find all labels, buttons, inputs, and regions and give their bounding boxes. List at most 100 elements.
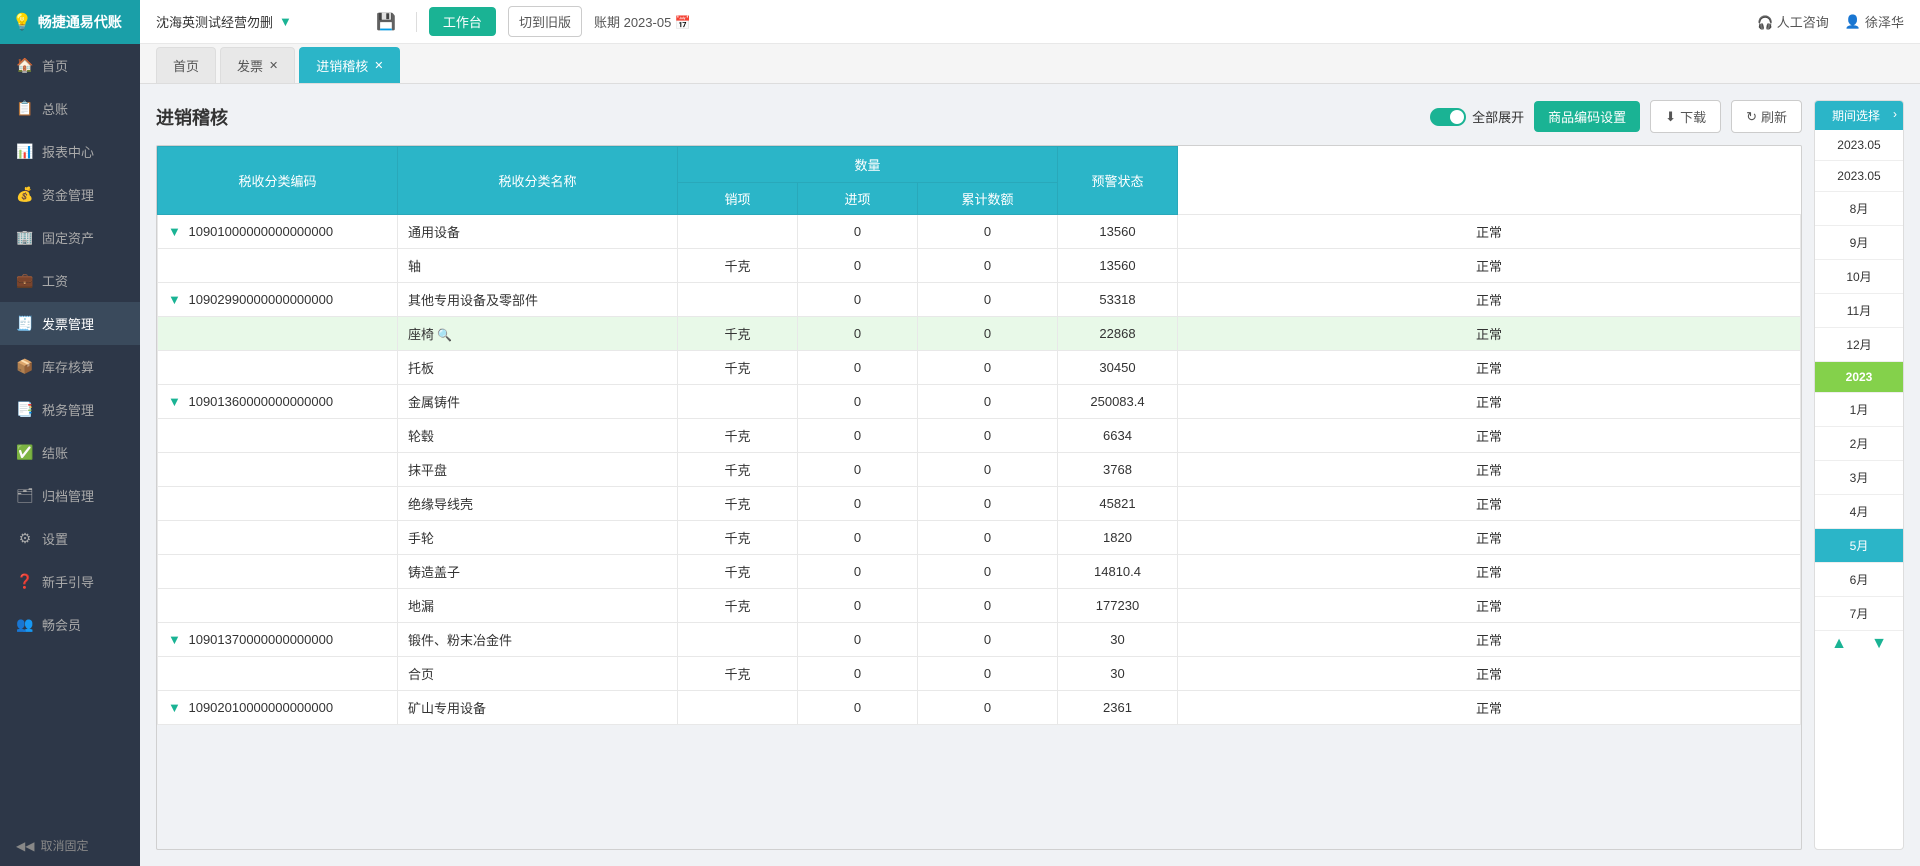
right-panel-item[interactable]: 9月 xyxy=(1815,226,1903,260)
right-panel-item[interactable]: 2023 xyxy=(1815,362,1903,393)
right-panel-item[interactable]: 2023.05 xyxy=(1815,130,1903,161)
sidebar-item-label: 结账 xyxy=(42,443,68,462)
right-panel-item[interactable]: 4月 xyxy=(1815,495,1903,529)
search-icon[interactable]: 🔍 xyxy=(434,328,452,342)
right-panel-item[interactable]: 7月 xyxy=(1815,597,1903,631)
tab-home[interactable]: 首页 xyxy=(156,47,216,83)
panel-collapse-icon[interactable]: › xyxy=(1893,107,1897,121)
sidebar-item-label: 库存核算 xyxy=(42,357,94,376)
capital-icon: 💰 xyxy=(16,186,34,203)
checkout-icon: ✅ xyxy=(16,444,34,461)
sidebar-item-label: 固定资产 xyxy=(42,228,94,247)
sidebar-item-label: 报表中心 xyxy=(42,142,94,161)
table-row: 托板千克0030450正常 xyxy=(158,351,1801,385)
divider xyxy=(416,12,417,32)
refresh-icon: ↻ xyxy=(1746,109,1757,125)
sidebar-item-label: 工资 xyxy=(42,271,68,290)
right-panel-header: 期间选择 › xyxy=(1815,101,1903,130)
company-selector[interactable]: 沈海英测试经营勿删 ▼ xyxy=(156,12,356,31)
tab-reconcile-label: 进销稽核 xyxy=(316,56,368,75)
table-row: 地漏千克00177230正常 xyxy=(158,589,1801,623)
company-name: 沈海英测试经营勿删 xyxy=(156,12,273,31)
sidebar-item-member[interactable]: 👥 畅会员 xyxy=(0,603,140,646)
right-panel-item[interactable]: 10月 xyxy=(1815,260,1903,294)
right-panel-item[interactable]: 11月 xyxy=(1815,294,1903,328)
table-row: 手轮千克001820正常 xyxy=(158,521,1801,555)
sidebar-item-label: 新手引导 xyxy=(42,572,94,591)
right-panel-item[interactable]: 1月 xyxy=(1815,393,1903,427)
col-status: 预警状态 xyxy=(1058,147,1178,215)
support-btn[interactable]: 🎧 人工咨询 xyxy=(1757,12,1829,31)
col-total: 累计数额 xyxy=(918,183,1058,215)
sidebar-item-inventory[interactable]: 📦 库存核算 xyxy=(0,345,140,388)
sidebar-item-tax[interactable]: 📑 税务管理 xyxy=(0,388,140,431)
right-panel-item[interactable]: 5月 xyxy=(1815,529,1903,563)
table-row: ▼ 10901000000000000000通用设备0013560正常 xyxy=(158,215,1801,249)
tab-reconcile-close[interactable]: ✕ xyxy=(374,59,383,72)
expand-icon[interactable]: ▼ xyxy=(168,292,184,307)
assets-icon: 🏢 xyxy=(16,229,34,246)
download-button[interactable]: ⬇ 下载 xyxy=(1650,100,1721,133)
sidebar-item-checkout[interactable]: ✅ 结账 xyxy=(0,431,140,474)
inventory-icon: 📦 xyxy=(16,358,34,375)
sidebar-item-archive[interactable]: 🗂 归档管理 xyxy=(0,474,140,517)
toggle-label: 全部展开 xyxy=(1472,107,1524,126)
right-panel-item[interactable]: 2023.05 xyxy=(1815,161,1903,192)
download-icon: ⬇ xyxy=(1665,109,1676,125)
right-panel-item[interactable]: 12月 xyxy=(1815,328,1903,362)
product-code-button[interactable]: 商品编码设置 xyxy=(1534,101,1640,132)
sidebar-item-ledger[interactable]: 📋 总账 xyxy=(0,87,140,130)
scroll-up-icon[interactable]: ▲ xyxy=(1831,635,1847,653)
settings-icon: ⚙ xyxy=(16,530,34,547)
scroll-down-icon[interactable]: ▼ xyxy=(1871,635,1887,653)
expand-icon[interactable]: ▼ xyxy=(168,394,184,409)
tab-reconcile[interactable]: 进销稽核 ✕ xyxy=(299,47,400,83)
refresh-button[interactable]: ↻ 刷新 xyxy=(1731,100,1802,133)
switch-old-button[interactable]: 切到旧版 xyxy=(508,6,582,37)
expand-icon[interactable]: ▼ xyxy=(168,632,184,647)
tab-invoice-close[interactable]: ✕ xyxy=(269,59,278,72)
save-button[interactable]: 💾 xyxy=(368,8,404,36)
expand-icon[interactable]: ▼ xyxy=(168,224,184,239)
sidebar-item-guide[interactable]: ❓ 新手引导 xyxy=(0,560,140,603)
member-icon: 👥 xyxy=(16,616,34,633)
workbench-button[interactable]: 工作台 xyxy=(429,7,496,36)
sidebar: 💡 畅捷通易代账 🏠 首页 📋 总账 📊 报表中心 💰 资金管理 🏢 固定资产 … xyxy=(0,0,140,866)
expand-toggle-wrap: 全部展开 xyxy=(1430,107,1524,126)
sidebar-item-settings[interactable]: ⚙ 设置 xyxy=(0,517,140,560)
sidebar-item-assets[interactable]: 🏢 固定资产 xyxy=(0,216,140,259)
tabs-bar: 首页 发票 ✕ 进销稽核 ✕ xyxy=(140,44,1920,84)
logo-icon: 💡 xyxy=(12,12,32,32)
main-panel: 进销稽核 全部展开 商品编码设置 ⬇ 下载 ↻ 刷新 xyxy=(156,100,1802,850)
right-panel-item[interactable]: 6月 xyxy=(1815,563,1903,597)
topbar: 沈海英测试经营勿删 ▼ 💾 工作台 切到旧版 账期 2023-05 📅 🎧 人工… xyxy=(140,0,1920,44)
sidebar-item-report[interactable]: 📊 报表中心 xyxy=(0,130,140,173)
table-row: ▼ 10902990000000000000其他专用设备及零部件0053318正… xyxy=(158,283,1801,317)
col-quantity-group: 数量 xyxy=(678,147,1058,183)
sidebar-item-capital[interactable]: 💰 资金管理 xyxy=(0,173,140,216)
sidebar-item-invoice[interactable]: 🧾 发票管理 xyxy=(0,302,140,345)
expand-toggle[interactable] xyxy=(1430,108,1466,126)
table-row: 轴千克0013560正常 xyxy=(158,249,1801,283)
company-dropdown-icon[interactable]: ▼ xyxy=(279,14,292,29)
right-panel-item[interactable]: 2月 xyxy=(1815,427,1903,461)
table-row: 铸造盖子千克0014810.4正常 xyxy=(158,555,1801,589)
sidebar-item-label: 发票管理 xyxy=(42,314,94,333)
sidebar-item-label: 税务管理 xyxy=(42,400,94,419)
unpin-button[interactable]: ◀◀ 取消固定 xyxy=(0,825,140,866)
tab-invoice[interactable]: 发票 ✕ xyxy=(220,47,295,83)
sidebar-item-label: 归档管理 xyxy=(42,486,94,505)
user-area[interactable]: 👤 徐泽华 xyxy=(1845,12,1904,31)
unpin-label: 取消固定 xyxy=(40,837,88,854)
ledger-icon: 📋 xyxy=(16,100,34,117)
table-row: ▼ 10901370000000000000锻件、粉末冶金件0030正常 xyxy=(158,623,1801,657)
sidebar-item-label: 畅会员 xyxy=(42,615,81,634)
right-panel-item[interactable]: 3月 xyxy=(1815,461,1903,495)
table-row: ▼ 10902010000000000000矿山专用设备002361正常 xyxy=(158,691,1801,725)
right-panel-item[interactable]: 8月 xyxy=(1815,192,1903,226)
expand-icon[interactable]: ▼ xyxy=(168,700,184,715)
sidebar-item-home[interactable]: 🏠 首页 xyxy=(0,44,140,87)
sidebar-item-salary[interactable]: 💼 工资 xyxy=(0,259,140,302)
col-tax-code: 税收分类编码 xyxy=(158,147,398,215)
salary-icon: 💼 xyxy=(16,272,34,289)
